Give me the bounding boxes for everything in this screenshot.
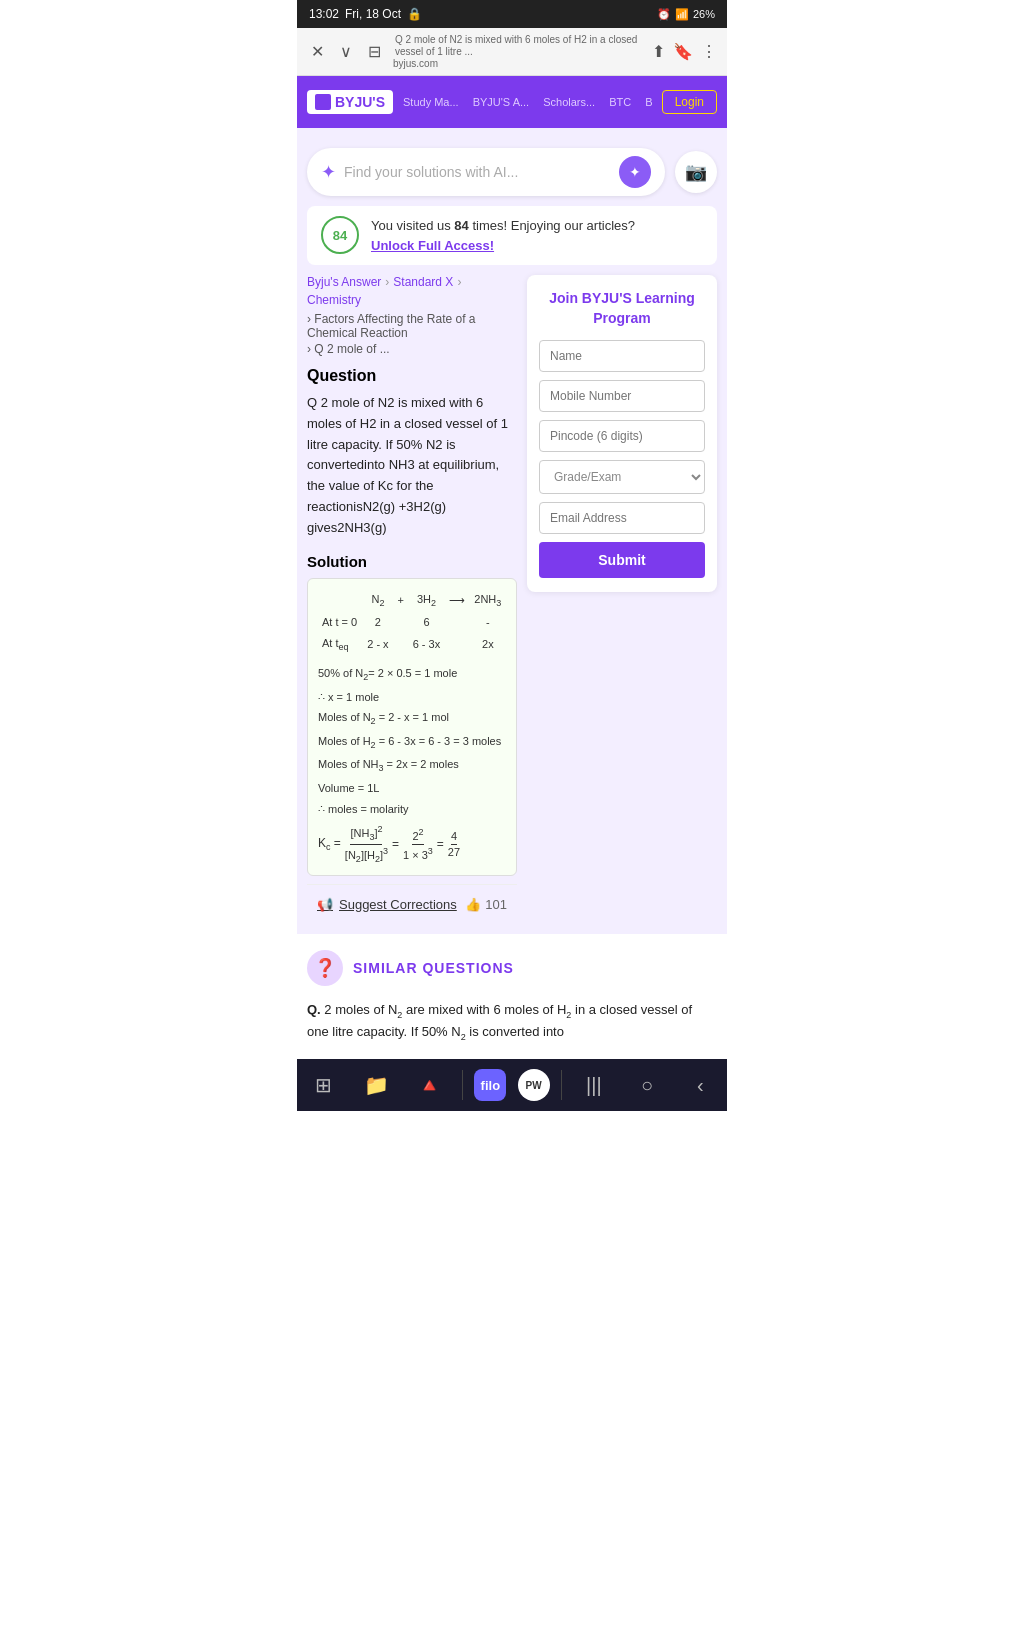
join-form: Join BYJU'S Learning Program Grade/Exam … (527, 275, 717, 592)
menu-icon[interactable]: ⋮ (701, 42, 717, 61)
nav-btc[interactable]: BTC (609, 96, 631, 108)
like-count: 👍 101 (465, 897, 507, 912)
similar-q-label: Q. (307, 1002, 321, 1017)
kc-fraction2: 22 1 × 33 (403, 827, 433, 862)
similar-questions-title: SIMILAR QUESTIONS (353, 960, 514, 976)
folder-button[interactable]: 📁 (356, 1064, 398, 1106)
nav-divider (462, 1070, 463, 1100)
step-7: ∴ moles = molarity (318, 800, 506, 819)
megaphone-icon: 📢 (317, 897, 333, 912)
search-button[interactable]: ✦ (619, 156, 651, 188)
similar-question-text: Q. 2 moles of N2 are mixed with 6 moles … (307, 1000, 717, 1044)
nav-buy[interactable]: Buy a Co... (645, 96, 651, 108)
camera-icon: 📷 (685, 161, 707, 183)
search-container: ✦ Find your solutions with AI... ✦ 📷 (307, 138, 717, 206)
left-column: Byju's Answer › Standard X › Chemistry F… (307, 275, 517, 924)
similar-header: ❓ SIMILAR QUESTIONS (307, 950, 717, 986)
reaction-table: N2 + 3H2 ⟶ 2NH3 At t = 0 2 6 - (318, 589, 506, 657)
similar-questions-section: ❓ SIMILAR QUESTIONS Q. 2 moles of N2 are… (297, 934, 727, 1060)
pincode-input[interactable] (539, 420, 705, 452)
formula-line: Kc = [NH3]2 [N2][H2]3 = 22 1 × 33 = 4 (318, 824, 506, 864)
step-1: 50% of N2= 2 × 0.5 = 1 mole (318, 664, 506, 685)
solution-label: Solution (307, 553, 517, 570)
main-content: ✦ Find your solutions with AI... ✦ 📷 84 … (297, 128, 727, 934)
fire-button[interactable]: 🔺 (409, 1064, 451, 1106)
url-domain: byjus.com (393, 58, 644, 69)
bookmark-icon[interactable]: 🔖 (673, 42, 693, 61)
apps-button[interactable]: ⊞ (303, 1064, 345, 1106)
byjus-navbar: BYJU'S Study Ma... BYJU'S A... Scholars.… (297, 76, 727, 128)
step-2: ∴ x = 1 mole (318, 688, 506, 707)
question-text: Q 2 mole of N2 is mixed with 6 moles of … (307, 393, 517, 539)
breadcrumb-link-2[interactable]: Q 2 mole of ... (307, 341, 517, 357)
step-4: Moles of H2 = 6 - 3x = 6 - 3 = 3 moles (318, 732, 506, 753)
step-3: Moles of N2 = 2 - x = 1 mol (318, 708, 506, 729)
wifi-icon: 📶 (675, 8, 689, 21)
alarm-icon: ⏰ (657, 8, 671, 21)
similar-questions-icon: ❓ (307, 950, 343, 986)
nav-byjus-a[interactable]: BYJU'S A... (473, 96, 530, 108)
nav-scholars[interactable]: Scholars... (543, 96, 595, 108)
two-column-layout: Byju's Answer › Standard X › Chemistry F… (307, 275, 717, 924)
solution-box: N2 + 3H2 ⟶ 2NH3 At t = 0 2 6 - (307, 578, 517, 876)
camera-button[interactable]: 📷 (675, 151, 717, 193)
kc-result: 4 27 (448, 830, 460, 859)
solution-steps: 50% of N2= 2 × 0.5 = 1 mole ∴ x = 1 mole… (318, 664, 506, 818)
byjus-logo: BYJU'S (307, 90, 393, 114)
mobile-input[interactable] (539, 380, 705, 412)
grade-select[interactable]: Grade/Exam Grade 6 Grade 7 Grade 8 Grade… (539, 460, 705, 494)
breadcrumb: Byju's Answer › Standard X › Chemistry (307, 275, 517, 307)
pw-app-button[interactable]: PW (518, 1069, 550, 1101)
solution-section: Solution N2 + 3H2 ⟶ 2NH3 At t = 0 (307, 553, 517, 924)
kc-fraction1: [NH3]2 [N2][H2]3 (345, 824, 388, 864)
join-form-title: Join BYJU'S Learning Program (539, 289, 705, 328)
kc-label: Kc = (318, 833, 341, 856)
status-date: Fri, 18 Oct (345, 7, 401, 21)
email-input[interactable] (539, 502, 705, 534)
breadcrumb-byjus-answer[interactable]: Byju's Answer (307, 275, 381, 289)
url-title: Q 2 mole of N2 is mixed with 6 moles of … (395, 34, 644, 58)
nav-divider-2 (561, 1070, 562, 1100)
submit-button[interactable]: Submit (539, 542, 705, 578)
nav-study-materials[interactable]: Study Ma... (403, 96, 459, 108)
bottom-navigation: ⊞ 📁 🔺 filo PW ||| ○ ‹ (297, 1059, 727, 1111)
like-number: 101 (485, 897, 507, 912)
lock-icon: 🔒 (407, 7, 422, 21)
browser-bar: ✕ ∨ ⊟ Q 2 mole of N2 is mixed with 6 mol… (297, 28, 727, 76)
home-button[interactable]: ○ (626, 1064, 668, 1106)
login-button[interactable]: Login (662, 90, 717, 114)
visit-text: You visited us 84 times! Enjoying our ar… (371, 216, 635, 255)
suggest-corrections-label: Suggest Corrections (339, 897, 457, 912)
nav-links: Study Ma... BYJU'S A... Scholars... BTC … (403, 96, 652, 108)
recent-apps-button[interactable]: ||| (573, 1064, 615, 1106)
step-6: Volume = 1L (318, 779, 506, 798)
question-label: Question (307, 367, 517, 385)
share-icon[interactable]: ⬆ (652, 42, 665, 61)
search-placeholder: Find your solutions with AI... (344, 164, 611, 180)
status-time: 13:02 (309, 7, 339, 21)
breadcrumb-link-1[interactable]: Factors Affecting the Rate of a Chemical… (307, 311, 517, 341)
name-input[interactable] (539, 340, 705, 372)
ai-search-icon: ✦ (321, 161, 336, 183)
breadcrumb-links: Factors Affecting the Rate of a Chemical… (307, 311, 517, 357)
step-5: Moles of NH3 = 2x = 2 moles (318, 755, 506, 776)
back-nav-button[interactable]: ‹ (679, 1064, 721, 1106)
breadcrumb-chemistry[interactable]: Chemistry (307, 293, 361, 307)
unlock-access-link[interactable]: Unlock Full Access! (371, 238, 494, 253)
close-tab-button[interactable]: ✕ (307, 40, 328, 63)
filo-app-button[interactable]: filo (474, 1069, 506, 1101)
suggest-corrections-link[interactable]: 📢 Suggest Corrections (317, 897, 457, 912)
back-button[interactable]: ∨ (336, 40, 356, 63)
status-bar: 13:02 Fri, 18 Oct 🔒 ⏰ 📶 26% (297, 0, 727, 28)
search-bar[interactable]: ✦ Find your solutions with AI... ✦ (307, 148, 665, 196)
thumbs-up-icon: 👍 (465, 897, 481, 912)
visit-notice: 84 You visited us 84 times! Enjoying our… (307, 206, 717, 265)
join-form-panel: Join BYJU'S Learning Program Grade/Exam … (527, 275, 717, 924)
tabs-button[interactable]: ⊟ (364, 40, 385, 63)
visit-count-badge: 84 (321, 216, 359, 254)
breadcrumb-standard-x[interactable]: Standard X (393, 275, 453, 289)
battery-level: 26% (693, 8, 715, 20)
suggest-corrections-bar: 📢 Suggest Corrections 👍 101 (307, 884, 517, 924)
